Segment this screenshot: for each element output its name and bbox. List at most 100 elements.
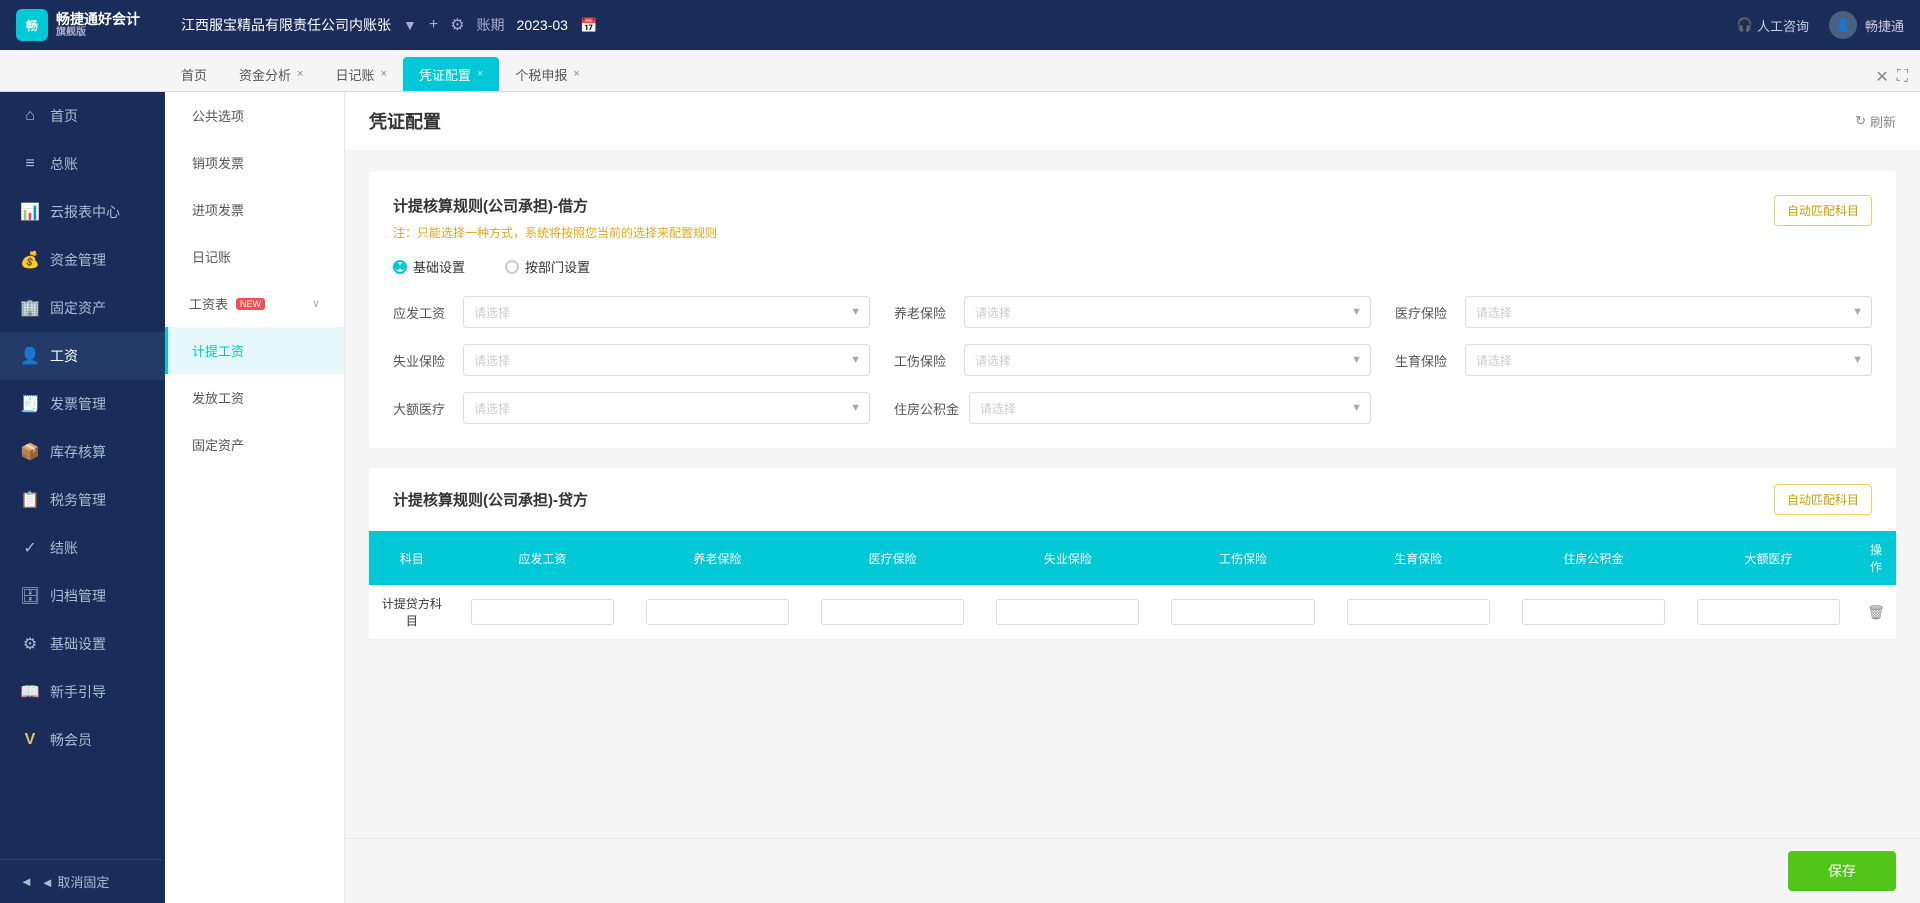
calendar-icon[interactable]: 📅 xyxy=(580,17,597,34)
sidebar-item-ledger[interactable]: ≡ 总账 xyxy=(0,140,165,188)
ledger-icon: ≡ xyxy=(20,155,40,173)
sub-menu-salary-table[interactable]: 工资表 NEW ∨ xyxy=(165,280,344,327)
tab-tax[interactable]: 个税申报 × xyxy=(499,57,595,91)
sidebar-item-guide[interactable]: 📖 新手引导 xyxy=(0,668,165,716)
sidebar-item-home[interactable]: ⌂ 首页 xyxy=(0,92,165,140)
sidebar-item-archive[interactable]: 🗄 归档管理 xyxy=(0,572,165,620)
major-medical-select[interactable]: 请选择 ▼ xyxy=(463,392,870,424)
cell-major-medical xyxy=(1681,585,1856,640)
page-title: 凭证配置 xyxy=(369,108,441,134)
debit-auto-match-button[interactable]: 自动匹配科目 xyxy=(1774,195,1872,226)
cell-medical-input[interactable] xyxy=(821,599,964,625)
salary-select[interactable]: 请选择 ▼ xyxy=(463,296,870,328)
sidebar-item-vip[interactable]: V 畅会员 xyxy=(0,716,165,764)
unemployment-select[interactable]: 请选择 ▼ xyxy=(463,344,870,376)
archive-icon: 🗄 xyxy=(20,586,40,606)
sidebar-item-inventory[interactable]: 📦 库存核算 xyxy=(0,428,165,476)
user-section: 👤 畅捷通 xyxy=(1829,11,1904,39)
cell-salary-input[interactable] xyxy=(471,599,614,625)
col-pension: 养老保险 xyxy=(630,531,805,585)
sidebar-item-fund[interactable]: 💰 资金管理 xyxy=(0,236,165,284)
company-name: 江西服宝精品有限责任公司内账张 xyxy=(181,15,391,35)
delete-row-icon[interactable]: 🗑 xyxy=(1867,604,1885,620)
sidebar-item-invoice[interactable]: 🧾 发票管理 xyxy=(0,380,165,428)
refresh-icon: ↻ xyxy=(1855,113,1866,129)
cell-housing-input[interactable] xyxy=(1522,599,1665,625)
sidebar-label-home: 首页 xyxy=(50,106,78,126)
cell-injury-input[interactable] xyxy=(1171,599,1314,625)
app-name: 畅捷通好会计 xyxy=(56,11,140,28)
radio-basic[interactable]: 基础设置 xyxy=(393,257,465,276)
tab-tax-close[interactable]: × xyxy=(573,68,579,80)
housing-label: 住房公积金 xyxy=(894,399,959,418)
sidebar-item-salary[interactable]: 👤 工资 xyxy=(0,332,165,380)
tab-voucher-close[interactable]: × xyxy=(477,68,483,80)
sidebar-item-close[interactable]: ✓ 结账 xyxy=(0,524,165,572)
medical-label: 医疗保险 xyxy=(1395,303,1455,322)
sidebar-item-assets[interactable]: 🏢 固定资产 xyxy=(0,284,165,332)
sidebar-label-salary: 工资 xyxy=(50,346,78,366)
human-service-button[interactable]: 🎧 人工咨询 xyxy=(1737,16,1809,35)
sidebar-label-settings: 基础设置 xyxy=(50,634,106,654)
sub-menu-salary-accrual[interactable]: 计提工资 xyxy=(165,327,344,374)
sub-menu-sales-label: 销项发票 xyxy=(192,153,244,172)
sidebar-item-reports[interactable]: 📊 云报表中心 xyxy=(0,188,165,236)
radio-basic-label: 基础设置 xyxy=(413,257,465,276)
add-account-button[interactable]: + xyxy=(429,16,438,34)
sub-menu-purchase[interactable]: 进项发票 xyxy=(165,186,344,233)
content-area: 凭证配置 ↻ 刷新 计提核算规则(公司承担)-借方 注：只能选择一种方式，系统将… xyxy=(345,92,1920,903)
sidebar-item-settings[interactable]: ⚙ 基础设置 xyxy=(0,620,165,668)
tab-journal[interactable]: 日记账 × xyxy=(319,57,402,91)
cell-maternity-input[interactable] xyxy=(1347,599,1490,625)
refresh-button[interactable]: ↻ 刷新 xyxy=(1855,112,1896,131)
injury-label: 工伤保险 xyxy=(894,351,954,370)
unpin-sidebar-button[interactable]: ◄ ◄ 取消固定 xyxy=(0,859,165,903)
radio-dept[interactable]: 按部门设置 xyxy=(505,257,590,276)
field-injury: 工伤保险 请选择 ▼ xyxy=(894,344,1371,376)
home-icon: ⌂ xyxy=(20,107,40,125)
tab-home[interactable]: 首页 xyxy=(165,57,223,91)
close-all-icon[interactable]: ✕ xyxy=(1875,67,1888,87)
sidebar-item-tax[interactable]: 📋 税务管理 xyxy=(0,476,165,524)
credit-auto-match-button[interactable]: 自动匹配科目 xyxy=(1774,484,1872,515)
col-housing: 住房公积金 xyxy=(1506,531,1681,585)
col-injury: 工伤保险 xyxy=(1155,531,1330,585)
maternity-select[interactable]: 请选择 ▼ xyxy=(1465,344,1872,376)
housing-select[interactable]: 请选择 ▼ xyxy=(969,392,1371,424)
sub-menu-public[interactable]: 公共选项 xyxy=(165,92,344,139)
credit-section: 计提核算规则(公司承担)-贷方 自动匹配科目 科目 应发工资 养老保险 医疗保险… xyxy=(369,468,1896,640)
sub-menu-journal[interactable]: 日记账 xyxy=(165,233,344,280)
period-value: 2023-03 xyxy=(517,17,568,33)
sub-menu-journal-label: 日记账 xyxy=(192,247,231,266)
invoice-icon: 🧾 xyxy=(20,394,40,414)
save-button[interactable]: 保存 xyxy=(1788,851,1896,891)
sub-menu-salary-pay-label: 发放工资 xyxy=(192,388,244,407)
tab-fund[interactable]: 资金分析 × xyxy=(223,57,319,91)
cell-major-medical-input[interactable] xyxy=(1697,599,1840,625)
tab-journal-close[interactable]: × xyxy=(380,68,386,80)
company-dropdown-icon[interactable]: ▼ xyxy=(403,17,417,33)
tab-voucher[interactable]: 凭证配置 × xyxy=(403,57,499,91)
chevron-down-icon: ∨ xyxy=(312,297,320,310)
injury-arrow-icon: ▼ xyxy=(1351,354,1362,366)
cell-unemployment-input[interactable] xyxy=(996,599,1139,625)
sub-menu-sales[interactable]: 销项发票 xyxy=(165,139,344,186)
username: 畅捷通 xyxy=(1865,16,1904,35)
col-maternity: 生育保险 xyxy=(1331,531,1506,585)
salary-label: 应发工资 xyxy=(393,303,453,322)
injury-select[interactable]: 请选择 ▼ xyxy=(964,344,1371,376)
sidebar-label-archive: 归档管理 xyxy=(50,586,106,606)
expand-icon[interactable]: ⛶ xyxy=(1897,68,1908,86)
app-logo: 畅 畅捷通好会计 旗舰版 xyxy=(16,9,181,41)
new-badge: NEW xyxy=(236,298,265,310)
medical-select[interactable]: 请选择 ▼ xyxy=(1465,296,1872,328)
tab-fund-close[interactable]: × xyxy=(297,68,303,80)
settings-icon[interactable]: ⚙ xyxy=(450,15,464,35)
app-edition: 旗舰版 xyxy=(56,27,140,39)
pension-select[interactable]: 请选择 ▼ xyxy=(964,296,1371,328)
cell-pension-input[interactable] xyxy=(646,599,789,625)
credit-table: 科目 应发工资 养老保险 医疗保险 失业保险 工伤保险 生育保险 住房公积金 大… xyxy=(369,531,1896,640)
col-subject: 科目 xyxy=(369,531,455,585)
sub-menu-fixed-assets[interactable]: 固定资产 xyxy=(165,421,344,468)
sub-menu-salary-pay[interactable]: 发放工资 xyxy=(165,374,344,421)
